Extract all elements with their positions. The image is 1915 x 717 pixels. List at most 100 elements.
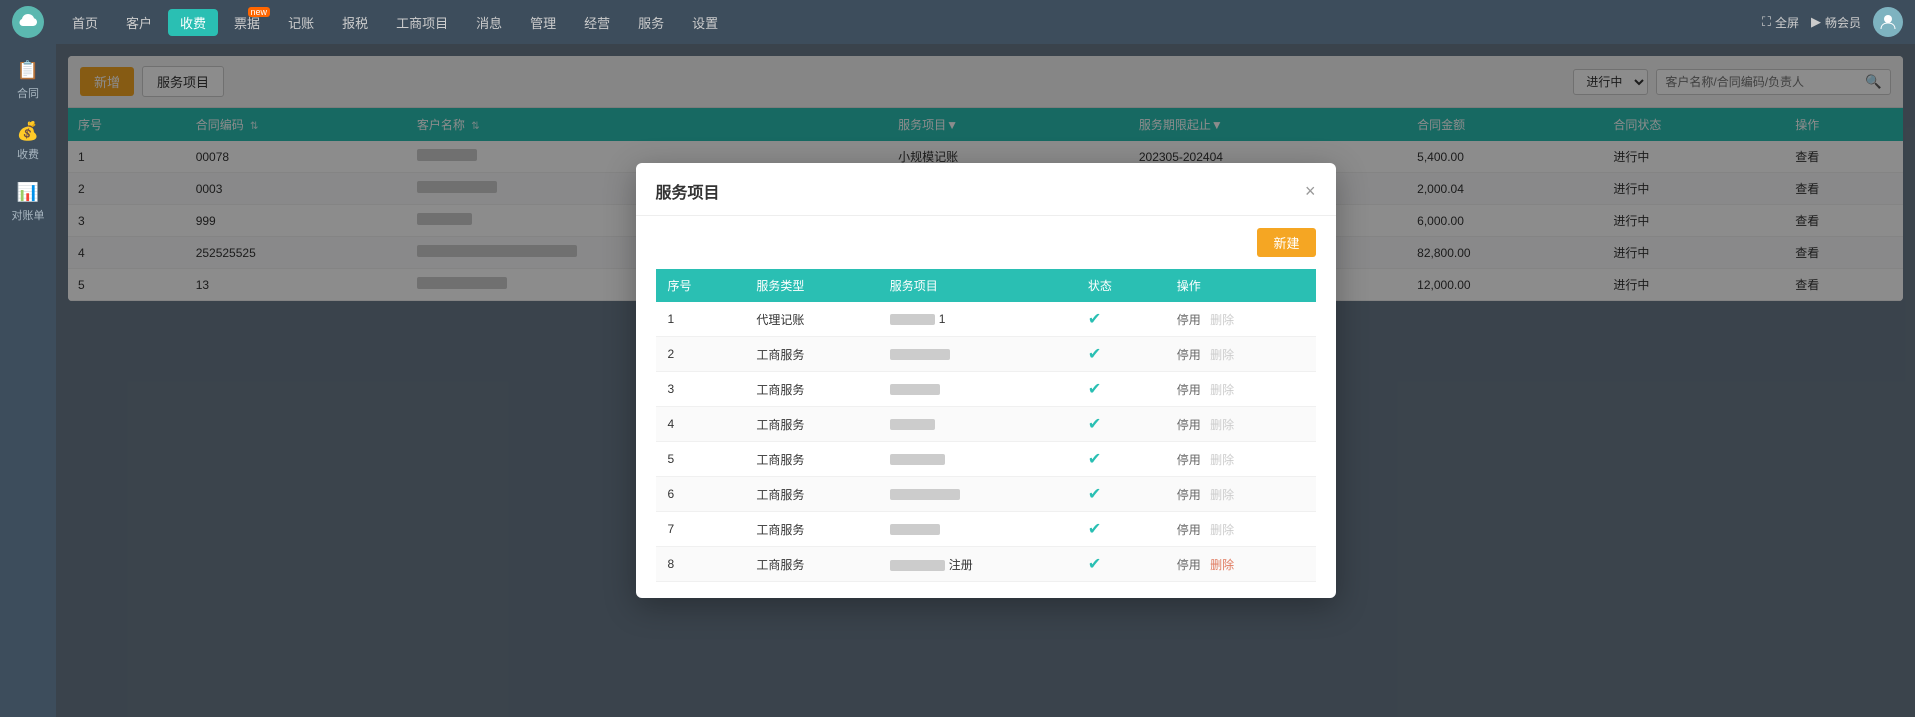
list-item: 7 工商服务 ✔ 停用 删除 xyxy=(656,512,1316,547)
drow-action: 停用 删除 xyxy=(1165,337,1316,372)
stop-button[interactable]: 停用 xyxy=(1177,418,1201,432)
drow-type: 工商服务 xyxy=(744,372,877,407)
drow-action: 停用 删除 xyxy=(1165,442,1316,477)
delete-button[interactable]: 删除 xyxy=(1210,348,1234,362)
drow-type: 工商服务 xyxy=(744,477,877,512)
stop-button[interactable]: 停用 xyxy=(1177,313,1201,327)
stop-button[interactable]: 停用 xyxy=(1177,453,1201,467)
nav-xiaoxi[interactable]: 消息 xyxy=(464,9,514,36)
drow-type: 代理记账 xyxy=(744,302,877,337)
drow-item xyxy=(878,372,1076,407)
dialog-table-body: 1 代理记账 1 ✔ 停用 删除 xyxy=(656,302,1316,582)
nav-baoshui[interactable]: 报税 xyxy=(330,9,380,36)
dcol-item: 服务项目 xyxy=(878,269,1076,302)
nav-jiz[interactable]: 记账 xyxy=(276,9,326,36)
drow-item xyxy=(878,337,1076,372)
drow-item: 注册 xyxy=(878,547,1076,582)
drow-status: ✔ xyxy=(1076,512,1165,547)
stop-button[interactable]: 停用 xyxy=(1177,558,1201,572)
dialog-new-button[interactable]: 新建 xyxy=(1257,228,1315,257)
sidebar-item-hetong[interactable]: 📋 合同 xyxy=(3,52,53,109)
dcol-status: 状态 xyxy=(1076,269,1165,302)
drow-item xyxy=(878,407,1076,442)
drow-seq: 5 xyxy=(656,442,745,477)
drow-status: ✔ xyxy=(1076,337,1165,372)
nav-gongshang[interactable]: 工商项目 xyxy=(384,9,460,36)
stop-button[interactable]: 停用 xyxy=(1177,383,1201,397)
dcol-type: 服务类型 xyxy=(744,269,877,302)
delete-button[interactable]: 删除 xyxy=(1210,558,1234,572)
status-check-icon: ✔ xyxy=(1088,451,1101,468)
drow-action: 停用 删除 xyxy=(1165,407,1316,442)
drow-type: 工商服务 xyxy=(744,547,877,582)
drow-action: 停用 删除 xyxy=(1165,547,1316,582)
dcol-action: 操作 xyxy=(1165,269,1316,302)
nav-customer[interactable]: 客户 xyxy=(114,9,164,36)
drow-status: ✔ xyxy=(1076,547,1165,582)
drow-type: 工商服务 xyxy=(744,337,877,372)
nav-shezhi[interactable]: 设置 xyxy=(680,9,730,36)
list-item: 3 工商服务 ✔ 停用 删除 xyxy=(656,372,1316,407)
nav-shoufei[interactable]: 收费 xyxy=(168,9,218,36)
dialog-table: 序号 服务类型 服务项目 状态 操作 1 代理记账 xyxy=(656,269,1316,582)
drow-status: ✔ xyxy=(1076,477,1165,512)
drow-type: 工商服务 xyxy=(744,442,877,477)
payment-icon: 💰 xyxy=(17,121,39,142)
status-check-icon: ✔ xyxy=(1088,311,1101,328)
nav-guanli[interactable]: 管理 xyxy=(518,9,568,36)
drow-item xyxy=(878,512,1076,547)
drow-action: 停用 删除 xyxy=(1165,372,1316,407)
delete-button[interactable]: 删除 xyxy=(1210,418,1234,432)
delete-button[interactable]: 删除 xyxy=(1210,488,1234,502)
dialog-close-button[interactable]: × xyxy=(1305,182,1316,200)
member-button[interactable]: ▶ 畅会员 xyxy=(1811,14,1861,31)
sidebar-label-shoufei: 收费 xyxy=(17,146,39,162)
drow-action: 停用 删除 xyxy=(1165,477,1316,512)
dcol-seq: 序号 xyxy=(656,269,745,302)
fullscreen-button[interactable]: ⛶ 全屏 xyxy=(1762,14,1799,31)
drow-status: ✔ xyxy=(1076,442,1165,477)
drow-seq: 7 xyxy=(656,512,745,547)
status-check-icon: ✔ xyxy=(1088,381,1101,398)
sidebar: 📋 合同 💰 收费 📊 对账单 xyxy=(0,44,56,717)
top-nav-right: ⛶ 全屏 ▶ 畅会员 xyxy=(1762,7,1903,37)
list-item: 4 工商服务 ✔ 停用 删除 xyxy=(656,407,1316,442)
drow-status: ✔ xyxy=(1076,407,1165,442)
dialog-table-head: 序号 服务类型 服务项目 状态 操作 xyxy=(656,269,1316,302)
delete-button[interactable]: 删除 xyxy=(1210,523,1234,537)
drow-item: 1 xyxy=(878,302,1076,337)
drow-seq: 6 xyxy=(656,477,745,512)
nav-jingying[interactable]: 经营 xyxy=(572,9,622,36)
drow-item xyxy=(878,477,1076,512)
statement-icon: 📊 xyxy=(17,182,39,203)
sidebar-item-duizhang[interactable]: 📊 对账单 xyxy=(3,174,53,231)
dialog-table-wrap[interactable]: 序号 服务类型 服务项目 状态 操作 1 代理记账 xyxy=(636,269,1336,598)
modal-overlay: 服务项目 × 新建 序号 服务类型 服务项目 状态 xyxy=(56,44,1915,717)
list-item: 6 工商服务 ✔ 停用 删除 xyxy=(656,477,1316,512)
nav-piao[interactable]: 票据 new xyxy=(222,9,272,36)
drow-type: 工商服务 xyxy=(744,407,877,442)
nav-fuwu[interactable]: 服务 xyxy=(626,9,676,36)
stop-button[interactable]: 停用 xyxy=(1177,488,1201,502)
app-logo[interactable] xyxy=(12,6,44,38)
stop-button[interactable]: 停用 xyxy=(1177,348,1201,362)
nav-home[interactable]: 首页 xyxy=(60,9,110,36)
user-avatar[interactable] xyxy=(1873,7,1903,37)
delete-button[interactable]: 删除 xyxy=(1210,313,1234,327)
stop-button[interactable]: 停用 xyxy=(1177,523,1201,537)
drow-seq: 8 xyxy=(656,547,745,582)
dialog-header: 服务项目 × xyxy=(636,163,1336,216)
delete-button[interactable]: 删除 xyxy=(1210,383,1234,397)
status-check-icon: ✔ xyxy=(1088,416,1101,433)
dialog-toolbar: 新建 xyxy=(636,216,1336,269)
new-badge: new xyxy=(248,7,271,17)
sidebar-item-shoufei[interactable]: 💰 收费 xyxy=(3,113,53,170)
delete-button[interactable]: 删除 xyxy=(1210,453,1234,467)
drow-seq: 2 xyxy=(656,337,745,372)
drow-seq: 1 xyxy=(656,302,745,337)
main-layout: 📋 合同 💰 收费 📊 对账单 新增 服务项目 进行中全部已结束 🔍 xyxy=(0,44,1915,717)
sidebar-label-duizhang: 对账单 xyxy=(12,207,45,223)
drow-item xyxy=(878,442,1076,477)
drow-status: ✔ xyxy=(1076,302,1165,337)
status-check-icon: ✔ xyxy=(1088,346,1101,363)
